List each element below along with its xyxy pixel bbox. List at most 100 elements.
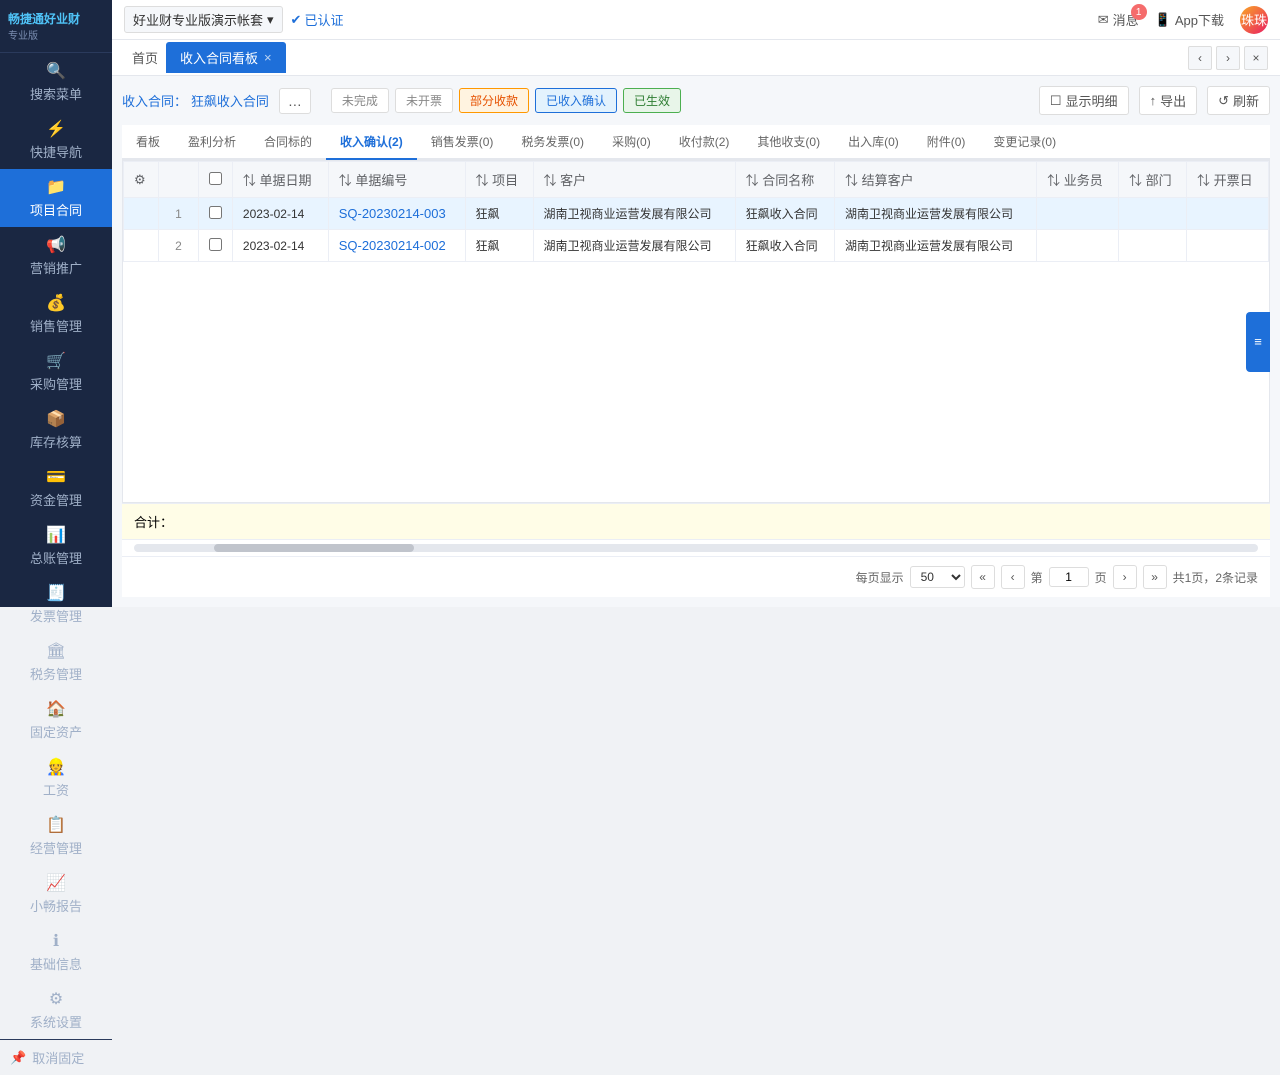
inner-tab-4[interactable]: 销售发票(0) (417, 125, 508, 160)
next-page-button[interactable]: › (1113, 565, 1137, 589)
page-number-input[interactable] (1049, 567, 1089, 587)
col-sort-icon-department[interactable]: ⇅ 部门 (1129, 173, 1172, 188)
message-button[interactable]: ✉ 1 消息 (1098, 10, 1139, 29)
status-btn-4[interactable]: 已生效 (623, 88, 681, 113)
col-header-settings[interactable]: ⚙ (124, 162, 159, 198)
inner-tab-3[interactable]: 收入确认(2) (326, 125, 417, 160)
inner-tab-7[interactable]: 收付款(2) (665, 125, 744, 160)
tab-next-button[interactable]: › (1216, 46, 1240, 70)
sidebar-item-3[interactable]: 📢营销推广 (0, 227, 112, 285)
company-selector[interactable]: 好业财专业版演示帐套 ▾ (124, 6, 283, 33)
col-header-result_customer[interactable]: ⇅ 结算客户 (835, 162, 1037, 198)
tab-prev-button[interactable]: ‹ (1188, 46, 1212, 70)
sidebar-item-7[interactable]: 💳资金管理 (0, 459, 112, 517)
row-checkbox[interactable] (209, 238, 222, 251)
status-btn-2[interactable]: 部分收款 (459, 88, 529, 113)
refresh-button[interactable]: ↺ 刷新 (1207, 86, 1270, 115)
col-header-number[interactable]: ⇅ 单据编号 (328, 162, 465, 198)
col-sort-icon-result_customer[interactable]: ⇅ 结算客户 (845, 173, 914, 188)
user-avatar[interactable]: 珠珠 (1240, 6, 1268, 34)
col-sort-icon-number[interactable]: ⇅ 单据编号 (339, 173, 408, 188)
cell-checkbox-row-0[interactable] (198, 198, 232, 230)
col-sort-icon-open_date[interactable]: ⇅ 开票日 (1197, 173, 1253, 188)
col-header-salesperson[interactable]: ⇅ 业务员 (1037, 162, 1119, 198)
record-link[interactable]: SQ-20230214-003 (339, 206, 446, 221)
sidebar-label-11: 固定资产 (30, 722, 82, 741)
col-sort-icon-project[interactable]: ⇅ 项目 (476, 173, 519, 188)
sidebar: 畅捷通好业财 专业版 🔍搜索菜单⚡快捷导航📁项目合同📢营销推广💰销售管理🛒采购管… (0, 0, 112, 607)
col-sort-icon-customer[interactable]: ⇅ 客户 (544, 173, 587, 188)
col-sort-icon-contract_name[interactable]: ⇅ 合同名称 (746, 173, 815, 188)
scrollbar-thumb[interactable] (214, 544, 414, 552)
sidebar-item-10[interactable]: 🏛税务管理 (0, 633, 112, 691)
inner-tab-2[interactable]: 合同标的 (250, 125, 326, 160)
settings-icon[interactable]: ⚙ (134, 172, 146, 187)
sidebar-item-9[interactable]: 🧾发票管理 (0, 575, 112, 633)
sidebar-item-15[interactable]: ℹ基础信息 (0, 923, 112, 981)
sidebar-item-0[interactable]: 🔍搜索菜单 (0, 53, 112, 111)
sidebar-item-11[interactable]: 🏠固定资产 (0, 691, 112, 749)
sidebar-icon-12: 👷 (46, 757, 66, 777)
sidebar-icon-0: 🔍 (46, 61, 66, 81)
col-sort-icon-salesperson[interactable]: ⇅ 业务员 (1047, 173, 1103, 188)
sidebar-item-6[interactable]: 📦库存核算 (0, 401, 112, 459)
col-header-index[interactable] (158, 162, 198, 198)
prev-page-button[interactable]: ‹ (1001, 565, 1025, 589)
app-download-button[interactable]: 📱 App下载 (1155, 10, 1224, 29)
record-link[interactable]: SQ-20230214-002 (339, 238, 446, 253)
col-header-customer[interactable]: ⇅ 客户 (533, 162, 735, 198)
message-icon: ✉ (1098, 12, 1109, 28)
sidebar-item-1[interactable]: ⚡快捷导航 (0, 111, 112, 169)
cell-checkbox-row-1[interactable] (198, 230, 232, 262)
data-table-container[interactable]: ⚙ ⇅ 单据日期 ⇅ 单据编号 ⇅ 项目 ⇅ 客户 ⇅ 合同名称 ⇅ 结算客户 ⇅ 业务员 ⇅ … (122, 160, 1270, 503)
first-page-button[interactable]: « (971, 565, 995, 589)
inner-tab-0[interactable]: 看板 (122, 125, 174, 160)
col-header-open_date[interactable]: ⇅ 开票日 (1187, 162, 1269, 198)
horizontal-scrollbar[interactable] (134, 544, 1258, 552)
col-header-department[interactable]: ⇅ 部门 (1119, 162, 1187, 198)
more-button[interactable]: … (279, 88, 311, 114)
table-row[interactable]: 22023-02-14SQ-20230214-002狂飙湖南卫视商业运营发展有限… (124, 230, 1269, 262)
sidebar-item-2[interactable]: 📁项目合同 (0, 169, 112, 227)
status-btn-0[interactable]: 未完成 (331, 88, 389, 113)
col-sort-icon-date[interactable]: ⇅ 单据日期 (243, 173, 312, 188)
status-btn-1[interactable]: 未开票 (395, 88, 453, 113)
select-all-checkbox[interactable] (209, 172, 222, 185)
col-header-date[interactable]: ⇅ 单据日期 (232, 162, 328, 198)
col-header-contract_name[interactable]: ⇅ 合同名称 (735, 162, 834, 198)
tab-close-icon[interactable]: × (264, 50, 272, 65)
sidebar-label-16: 系统设置 (30, 1012, 82, 1031)
show-detail-button[interactable]: ☐ 显示明细 (1039, 86, 1129, 115)
inner-tab-9[interactable]: 出入库(0) (834, 125, 913, 160)
home-tab[interactable]: 首页 (124, 48, 166, 67)
row-checkbox[interactable] (209, 206, 222, 219)
cell-number-row-0[interactable]: SQ-20230214-003 (328, 198, 465, 230)
inner-tab-8[interactable]: 其他收支(0) (743, 125, 834, 160)
inner-tab-1[interactable]: 盈利分析 (174, 125, 250, 160)
export-button[interactable]: ↑ 导出 (1139, 86, 1198, 115)
status-btn-3[interactable]: 已收入确认 (535, 88, 617, 113)
inner-tab-5[interactable]: 税务发票(0) (507, 125, 598, 160)
inner-tab-6[interactable]: 采购(0) (598, 125, 665, 160)
sidebar-unpin[interactable]: 📌 取消固定 (0, 1039, 112, 1075)
sidebar-item-8[interactable]: 📊总账管理 (0, 517, 112, 575)
sidebar-item-12[interactable]: 👷工资 (0, 749, 112, 807)
last-page-button[interactable]: » (1143, 565, 1167, 589)
message-badge: 1 (1131, 4, 1147, 20)
sidebar-item-4[interactable]: 💰销售管理 (0, 285, 112, 343)
sidebar-item-13[interactable]: 📋经营管理 (0, 807, 112, 865)
col-header-checkbox[interactable] (198, 162, 232, 198)
col-header-project[interactable]: ⇅ 项目 (465, 162, 533, 198)
sidebar-item-14[interactable]: 📈小畅报告 (0, 865, 112, 923)
cell-number-row-1[interactable]: SQ-20230214-002 (328, 230, 465, 262)
table-row[interactable]: 12023-02-14SQ-20230214-003狂飙湖南卫视商业运营发展有限… (124, 198, 1269, 230)
pin-icon: 📌 (10, 1050, 26, 1066)
sidebar-item-16[interactable]: ⚙系统设置 (0, 981, 112, 1039)
per-page-select[interactable]: 50 20 100 (910, 566, 965, 588)
sidebar-item-5[interactable]: 🛒采购管理 (0, 343, 112, 401)
active-tab[interactable]: 收入合同看板 × (166, 42, 286, 73)
float-action-button[interactable]: ≡ (1246, 312, 1270, 372)
inner-tab-11[interactable]: 变更记录(0) (979, 125, 1070, 160)
tab-close-button[interactable]: × (1244, 46, 1268, 70)
inner-tab-10[interactable]: 附件(0) (913, 125, 980, 160)
